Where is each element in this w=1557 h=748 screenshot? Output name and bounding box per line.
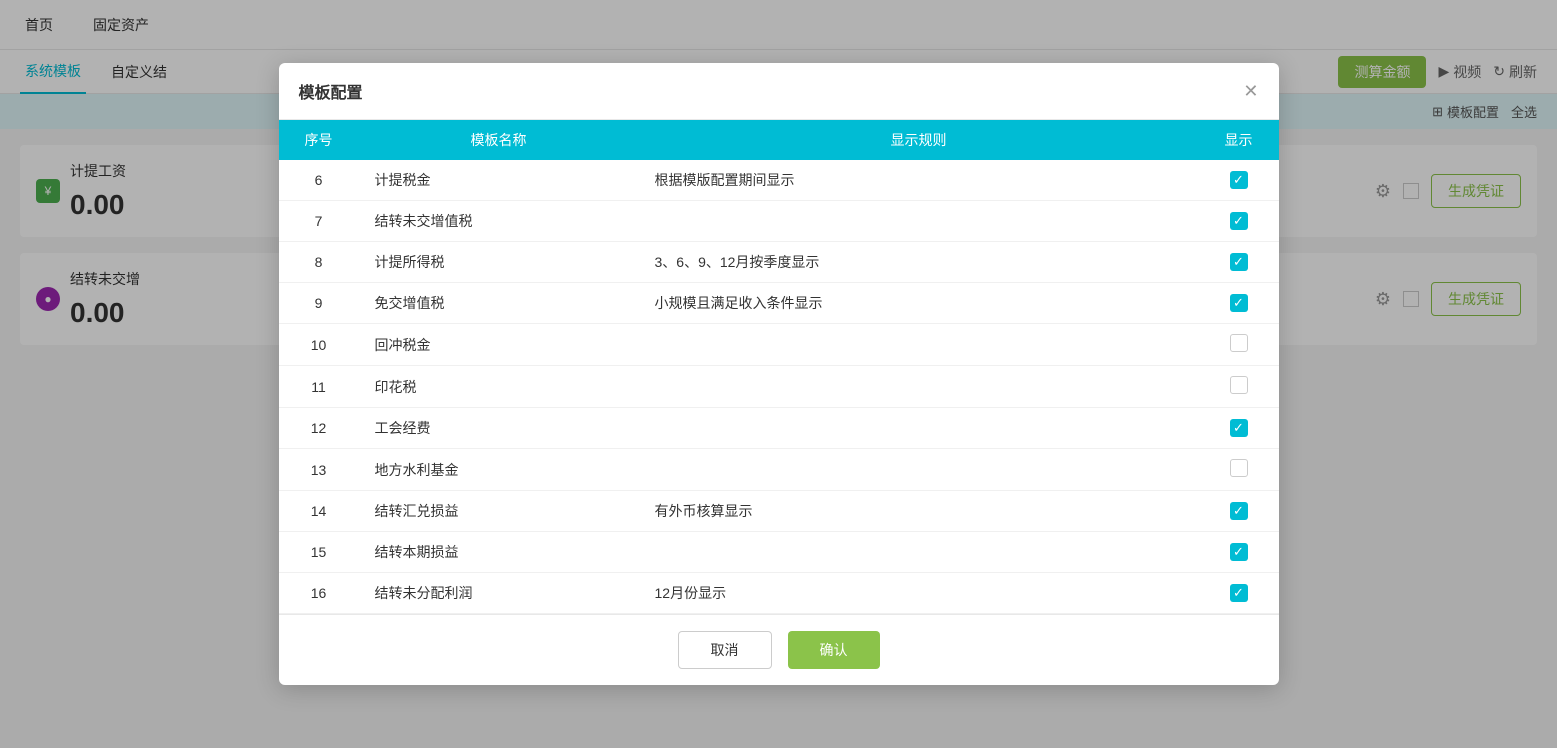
row-template-name: 结转未分配利润 — [359, 573, 639, 614]
row-index: 12 — [279, 408, 359, 449]
row-checkbox-cell — [1199, 324, 1279, 366]
row-index: 11 — [279, 366, 359, 408]
table-header: 序号 模板名称 显示规则 显示 — [279, 120, 1279, 160]
row-checkbox-cell: ✓ — [1199, 408, 1279, 449]
table-wrapper[interactable]: 序号 模板名称 显示规则 显示 6计提税金根据模版配置期间显示✓7结转未交增值税… — [279, 120, 1279, 614]
table-row: 15结转本期损益 ✓ — [279, 532, 1279, 573]
row-checkbox-cell: ✓ — [1199, 242, 1279, 283]
row-rule: 3、6、9、12月按季度显示 — [639, 242, 1199, 283]
row-template-name: 计提税金 — [359, 160, 639, 201]
row-checkbox-cell — [1199, 449, 1279, 491]
row-template-name: 印花税 — [359, 366, 639, 408]
row-template-name: 结转汇兑损益 — [359, 491, 639, 532]
row-template-name: 回冲税金 — [359, 324, 639, 366]
row-checkbox[interactable]: ✓ — [1230, 584, 1248, 602]
row-rule: 有外币核算显示 — [639, 491, 1199, 532]
row-checkbox[interactable]: ✓ — [1230, 294, 1248, 312]
col-name: 模板名称 — [359, 120, 639, 160]
table-row: 14结转汇兑损益有外币核算显示 ✓ — [279, 491, 1279, 532]
modal-close-button[interactable]: ✕ — [1243, 81, 1258, 102]
template-config-modal: 模板配置 ✕ 序号 模板名称 显示规则 显示 6 — [279, 63, 1279, 685]
table-row: 12工会经费 ✓ — [279, 408, 1279, 449]
row-index: 14 — [279, 491, 359, 532]
col-index: 序号 — [279, 120, 359, 160]
row-checkbox[interactable]: ✓ — [1230, 171, 1248, 189]
row-checkbox[interactable]: ✓ — [1230, 419, 1248, 437]
table-row: 7结转未交增值税 ✓ — [279, 201, 1279, 242]
cancel-button[interactable]: 取消 — [678, 631, 772, 669]
row-template-name: 结转未交增值税 — [359, 201, 639, 242]
row-checkbox-cell: ✓ — [1199, 283, 1279, 324]
modal-title: 模板配置 — [299, 79, 363, 103]
row-index: 7 — [279, 201, 359, 242]
row-checkbox-cell: ✓ — [1199, 491, 1279, 532]
row-index: 10 — [279, 324, 359, 366]
table-row: 11印花税 — [279, 366, 1279, 408]
col-rule: 显示规则 — [639, 120, 1199, 160]
row-rule: 根据模版配置期间显示 — [639, 160, 1199, 201]
modal-body: 序号 模板名称 显示规则 显示 6计提税金根据模版配置期间显示✓7结转未交增值税… — [279, 120, 1279, 614]
row-rule — [639, 366, 1199, 408]
row-rule — [639, 449, 1199, 491]
table-row: 13地方水利基金 — [279, 449, 1279, 491]
row-rule — [639, 408, 1199, 449]
table-row: 16结转未分配利润12月份显示 ✓ — [279, 573, 1279, 614]
row-checkbox[interactable]: ✓ — [1230, 212, 1248, 230]
row-checkbox-cell: ✓ — [1199, 160, 1279, 201]
row-rule: 12月份显示 — [639, 573, 1199, 614]
row-index: 16 — [279, 573, 359, 614]
row-template-name: 工会经费 — [359, 408, 639, 449]
table-row: 6计提税金根据模版配置期间显示 ✓ — [279, 160, 1279, 201]
table-row: 8计提所得税3、6、9、12月按季度显示 ✓ — [279, 242, 1279, 283]
row-index: 8 — [279, 242, 359, 283]
row-checkbox[interactable]: ✓ — [1230, 543, 1248, 561]
row-checkbox[interactable]: ✓ — [1230, 502, 1248, 520]
row-checkbox-cell: ✓ — [1199, 532, 1279, 573]
row-template-name: 地方水利基金 — [359, 449, 639, 491]
row-template-name: 计提所得税 — [359, 242, 639, 283]
config-table: 序号 模板名称 显示规则 显示 6计提税金根据模版配置期间显示✓7结转未交增值税… — [279, 120, 1279, 614]
table-row: 9免交增值税小规模且满足收入条件显示 ✓ — [279, 283, 1279, 324]
row-rule — [639, 201, 1199, 242]
row-checkbox[interactable] — [1230, 459, 1248, 477]
row-checkbox[interactable]: ✓ — [1230, 253, 1248, 271]
row-checkbox-cell: ✓ — [1199, 201, 1279, 242]
row-index: 15 — [279, 532, 359, 573]
table-body: 6计提税金根据模版配置期间显示✓7结转未交增值税✓8计提所得税3、6、9、12月… — [279, 160, 1279, 614]
table-row: 10回冲税金 — [279, 324, 1279, 366]
modal-header: 模板配置 ✕ — [279, 63, 1279, 120]
row-index: 13 — [279, 449, 359, 491]
row-checkbox-cell: ✓ — [1199, 573, 1279, 614]
col-show: 显示 — [1199, 120, 1279, 160]
row-checkbox-cell — [1199, 366, 1279, 408]
row-template-name: 免交增值税 — [359, 283, 639, 324]
modal-overlay: 模板配置 ✕ 序号 模板名称 显示规则 显示 6 — [0, 0, 1557, 748]
modal-footer: 取消 确认 — [279, 614, 1279, 685]
row-checkbox[interactable] — [1230, 376, 1248, 394]
row-index: 6 — [279, 160, 359, 201]
row-checkbox[interactable] — [1230, 334, 1248, 352]
confirm-button[interactable]: 确认 — [788, 631, 880, 669]
row-rule: 小规模且满足收入条件显示 — [639, 283, 1199, 324]
row-template-name: 结转本期损益 — [359, 532, 639, 573]
row-rule — [639, 324, 1199, 366]
row-rule — [639, 532, 1199, 573]
row-index: 9 — [279, 283, 359, 324]
